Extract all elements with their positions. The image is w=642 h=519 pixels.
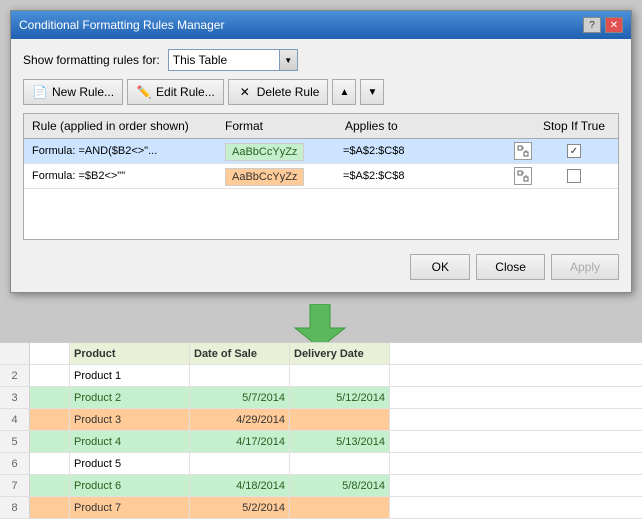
spreadsheet-area: Product Date of Sale Delivery Date 2 Pro…	[0, 342, 642, 519]
new-rule-icon: 📄	[32, 84, 48, 100]
show-rules-dropdown[interactable]: This Table ▼	[168, 49, 298, 71]
rule-format-preview-1: AaBbCcYyZz	[225, 143, 304, 161]
list-item: 6 Product 5	[0, 453, 642, 475]
cell-product: Product 4	[70, 431, 190, 452]
header-date-of-sale: Date of Sale	[190, 343, 290, 364]
row-number	[0, 343, 30, 364]
edit-rule-button[interactable]: ✏️ Edit Rule...	[127, 79, 224, 105]
list-item: 7 Product 6 4/18/2014 5/8/2014	[0, 475, 642, 497]
rules-table: Rule (applied in order shown) Format App…	[23, 113, 619, 240]
cell-product: Product 6	[70, 475, 190, 496]
rule-column-header: Rule (applied in order shown)	[28, 117, 221, 135]
list-item: 4 Product 3 4/29/2014	[0, 409, 642, 431]
format-column-header: Format	[221, 117, 341, 135]
cell-product: Product 5	[70, 453, 190, 474]
conditional-formatting-dialog: Conditional Formatting Rules Manager ? ✕…	[10, 10, 632, 293]
rule-formula-2: Formula: =$B2<>""	[28, 168, 221, 184]
sheet-header-row: Product Date of Sale Delivery Date	[0, 343, 642, 365]
stop-if-true-cell-1	[534, 144, 614, 158]
cell-product: Product 3	[70, 409, 190, 430]
header-delivery-date: Delivery Date	[290, 343, 390, 364]
cell-delivery-date: 5/8/2014	[290, 475, 390, 496]
dialog-title: Conditional Formatting Rules Manager	[19, 18, 224, 32]
extra-col-a	[30, 343, 70, 364]
move-down-button[interactable]: ▼	[360, 79, 384, 105]
delete-rule-icon: ✕	[237, 84, 253, 100]
dialog-body: Show formatting rules for: This Table ▼ …	[11, 39, 631, 292]
rule-format-preview-2: AaBbCcYyZz	[225, 168, 304, 186]
extra-col-a	[30, 453, 70, 474]
extra-col-a	[30, 409, 70, 430]
cell-date-of-sale: 4/17/2014	[190, 431, 290, 452]
table-row[interactable]: Formula: =AND($B2<>"... AaBbCcYyZz =$A$2…	[24, 139, 618, 164]
delete-rule-button[interactable]: ✕ Delete Rule	[228, 79, 329, 105]
list-item: 5 Product 4 4/17/2014 5/13/2014	[0, 431, 642, 453]
row-number: 7	[0, 475, 30, 496]
stop-if-true-checkbox-1[interactable]	[567, 144, 581, 158]
row-number: 5	[0, 431, 30, 452]
extra-col-a	[30, 497, 70, 518]
move-up-button[interactable]: ▲	[332, 79, 356, 105]
list-item: 8 Product 7 5/2/2014	[0, 497, 642, 519]
cell-delivery-date	[290, 453, 390, 474]
cell-delivery-date	[290, 365, 390, 386]
rules-table-body: Formula: =AND($B2<>"... AaBbCcYyZz =$A$2…	[24, 139, 618, 239]
extra-col-a	[30, 365, 70, 386]
list-item: 2 Product 1	[0, 365, 642, 387]
apply-button[interactable]: Apply	[551, 254, 619, 280]
titlebar-controls: ? ✕	[583, 17, 623, 33]
cell-product: Product 1	[70, 365, 190, 386]
rule-formula-1: Formula: =AND($B2<>"...	[28, 143, 221, 159]
row-number: 8	[0, 497, 30, 518]
extra-col-a	[30, 431, 70, 452]
cell-date-of-sale	[190, 453, 290, 474]
stop-if-true-checkbox-2[interactable]	[567, 169, 581, 183]
range-picker-button-2[interactable]	[514, 167, 532, 185]
row-number: 3	[0, 387, 30, 408]
cell-date-of-sale: 4/29/2014	[190, 409, 290, 430]
cell-date-of-sale	[190, 365, 290, 386]
cell-date-of-sale: 4/18/2014	[190, 475, 290, 496]
row-number: 6	[0, 453, 30, 474]
range-picker-button-1[interactable]	[514, 142, 532, 160]
sheet-grid: Product Date of Sale Delivery Date 2 Pro…	[0, 343, 642, 519]
help-button[interactable]: ?	[583, 17, 601, 33]
bottom-buttons-row: OK Close Apply	[23, 250, 619, 280]
cell-delivery-date	[290, 409, 390, 430]
rules-table-header: Rule (applied in order shown) Format App…	[24, 114, 618, 139]
table-row[interactable]: Formula: =$B2<>"" AaBbCcYyZz =$A$2:$C$8	[24, 164, 618, 189]
applies-to-column-header: Applies to	[341, 117, 534, 135]
dropdown-arrow[interactable]: ▼	[279, 50, 297, 70]
row-number: 4	[0, 409, 30, 430]
cell-delivery-date	[290, 497, 390, 518]
dialog-titlebar: Conditional Formatting Rules Manager ? ✕	[11, 11, 631, 39]
cell-date-of-sale: 5/2/2014	[190, 497, 290, 518]
show-rules-label: Show formatting rules for:	[23, 53, 160, 67]
ok-button[interactable]: OK	[410, 254, 470, 280]
list-item: 3 Product 2 5/7/2014 5/12/2014	[0, 387, 642, 409]
cell-delivery-date: 5/12/2014	[290, 387, 390, 408]
extra-col-a	[30, 475, 70, 496]
cell-date-of-sale: 5/7/2014	[190, 387, 290, 408]
stop-if-true-cell-2	[534, 169, 614, 183]
cell-product: Product 2	[70, 387, 190, 408]
dialog-close-button[interactable]: ✕	[605, 17, 623, 33]
cell-delivery-date: 5/13/2014	[290, 431, 390, 452]
empty-table-space	[24, 189, 618, 239]
new-rule-button[interactable]: 📄 New Rule...	[23, 79, 123, 105]
cell-product: Product 7	[70, 497, 190, 518]
stop-if-true-column-header: Stop If True	[534, 117, 614, 135]
show-rules-row: Show formatting rules for: This Table ▼	[23, 49, 619, 71]
header-product: Product	[70, 343, 190, 364]
row-number: 2	[0, 365, 30, 386]
dropdown-value: This Table	[169, 53, 279, 67]
rule-applies-to-1: =$A$2:$C$8	[341, 142, 534, 160]
toolbar-row: 📄 New Rule... ✏️ Edit Rule... ✕ Delete R…	[23, 79, 619, 105]
rule-applies-to-2: =$A$2:$C$8	[341, 167, 534, 185]
edit-rule-icon: ✏️	[136, 84, 152, 100]
close-button[interactable]: Close	[476, 254, 545, 280]
extra-col-a	[30, 387, 70, 408]
